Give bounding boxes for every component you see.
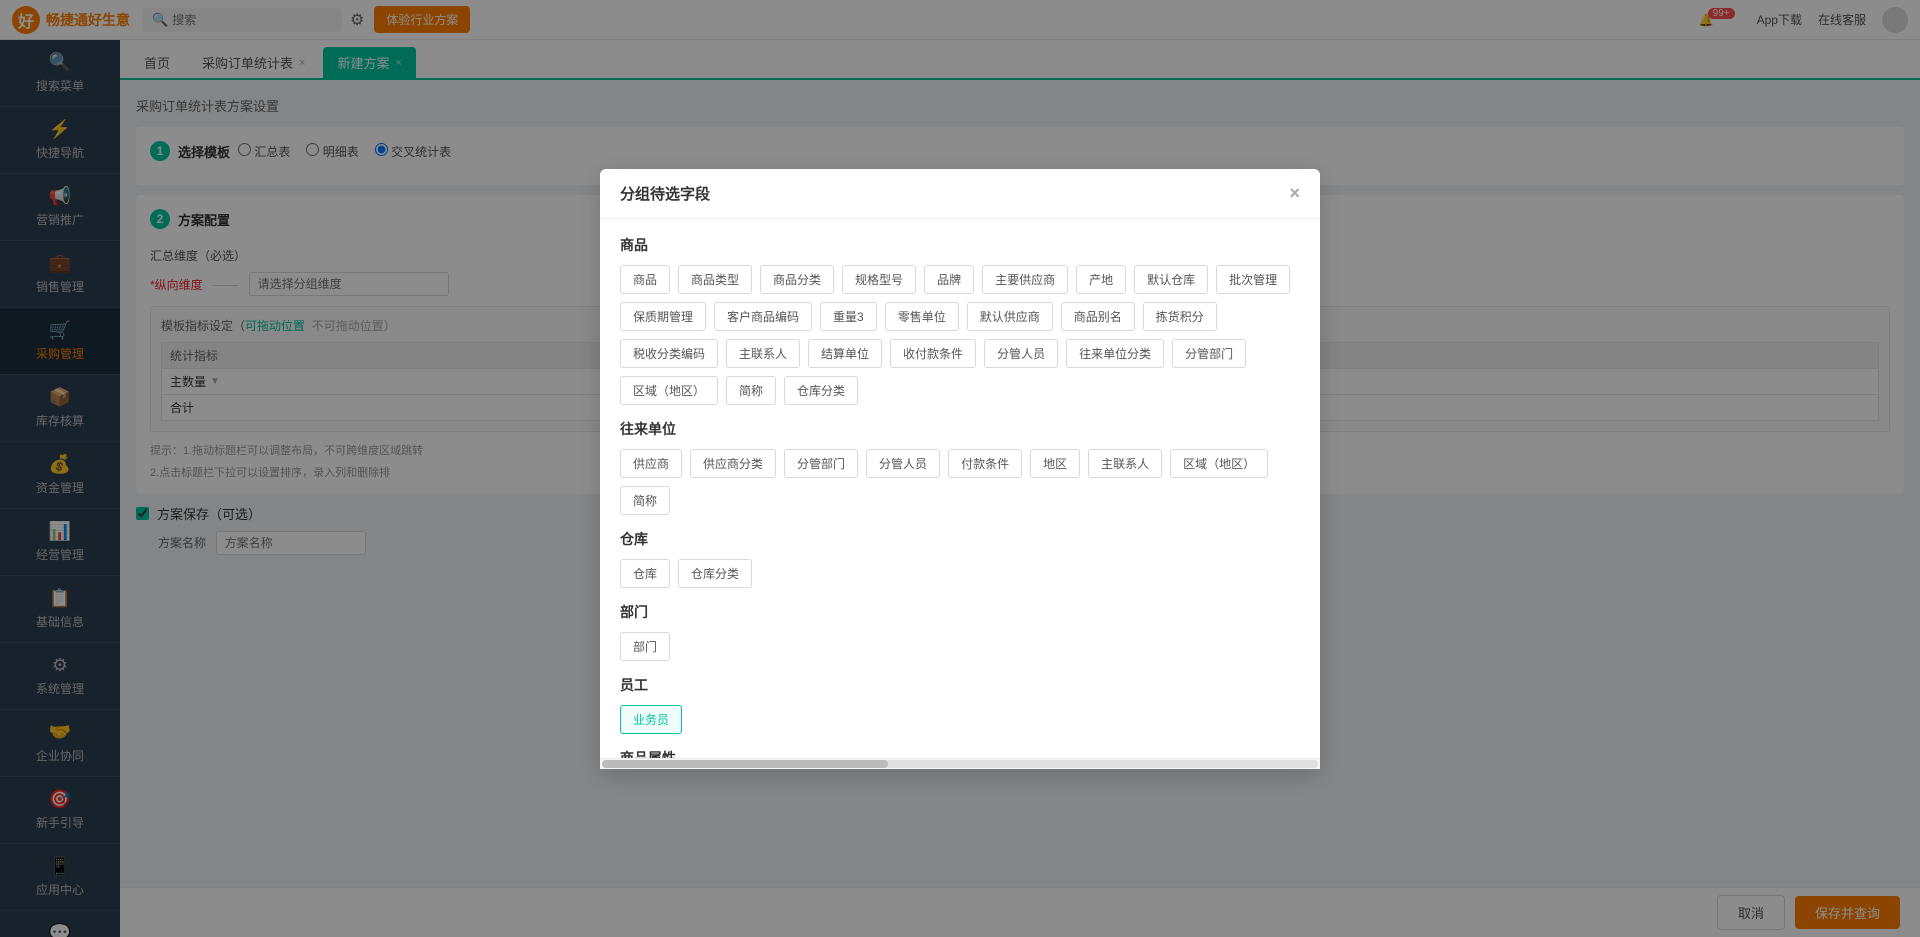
field-tag[interactable]: 供应商 <box>620 449 682 478</box>
field-tag[interactable]: 产地 <box>1076 265 1126 294</box>
field-tag[interactable]: 仓库 <box>620 559 670 588</box>
field-tag[interactable]: 地区 <box>1030 449 1080 478</box>
modal-header: 分组待选字段 × <box>600 169 1320 219</box>
field-tag[interactable]: 仓库分类 <box>784 376 858 405</box>
field-tag[interactable]: 保质期管理 <box>620 302 706 331</box>
field-tag[interactable]: 品牌 <box>924 265 974 294</box>
field-tag[interactable]: 税收分类编码 <box>620 339 718 368</box>
field-tags-partner: 供应商 供应商分类 分管部门 分管人员 付款条件 地区 主联系人 区域（地区） … <box>620 449 1300 515</box>
field-tag[interactable]: 分管部门 <box>1172 339 1246 368</box>
field-tag[interactable]: 简称 <box>620 486 670 515</box>
field-tag[interactable]: 规格型号 <box>842 265 916 294</box>
field-tag[interactable]: 分管人员 <box>866 449 940 478</box>
field-tag[interactable]: 分管部门 <box>784 449 858 478</box>
field-tag[interactable]: 供应商分类 <box>690 449 776 478</box>
field-tag[interactable]: 简称 <box>726 376 776 405</box>
field-tag[interactable]: 批次管理 <box>1216 265 1290 294</box>
field-tag[interactable]: 区域（地区） <box>1170 449 1268 478</box>
field-tags-warehouse: 仓库 仓库分类 <box>620 559 1300 588</box>
field-tag[interactable]: 零售单位 <box>885 302 959 331</box>
field-tag[interactable]: 主联系人 <box>1088 449 1162 478</box>
field-tag[interactable]: 商品分类 <box>760 265 834 294</box>
modal-hscrollbar[interactable] <box>600 758 1320 768</box>
field-tag[interactable]: 部门 <box>620 632 670 661</box>
field-tag[interactable]: 商品类型 <box>678 265 752 294</box>
field-tag[interactable]: 区域（地区） <box>620 376 718 405</box>
field-tags-dept: 部门 <box>620 632 1300 661</box>
field-tag[interactable]: 主要供应商 <box>982 265 1068 294</box>
group-title-product-attr: 商品属性 <box>620 748 1300 759</box>
hscroll-track <box>602 760 1318 768</box>
field-tag[interactable]: 重量3 <box>820 302 877 331</box>
field-tag[interactable]: 默认供应商 <box>967 302 1053 331</box>
modal-body[interactable]: 商品 商品 商品类型 商品分类 规格型号 品牌 主要供应商 产地 默认仓库 批次… <box>600 219 1320 759</box>
field-tag[interactable]: 商品别名 <box>1061 302 1135 331</box>
field-select-modal: 分组待选字段 × 商品 商品 商品类型 商品分类 规格型号 品牌 主要供应商 产… <box>600 169 1320 769</box>
field-tag[interactable]: 默认仓库 <box>1134 265 1208 294</box>
group-title-partner: 往来单位 <box>620 419 1300 439</box>
field-tag[interactable]: 往来单位分类 <box>1066 339 1164 368</box>
modal-title: 分组待选字段 <box>620 183 710 204</box>
group-title-warehouse: 仓库 <box>620 529 1300 549</box>
modal-close-button[interactable]: × <box>1289 183 1300 204</box>
field-tag[interactable]: 客户商品编码 <box>714 302 812 331</box>
group-title-product: 商品 <box>620 235 1300 255</box>
hscroll-thumb <box>602 760 888 768</box>
field-tag-selected[interactable]: 业务员 <box>620 705 682 734</box>
field-tag[interactable]: 分管人员 <box>984 339 1058 368</box>
field-tag[interactable]: 拣货积分 <box>1143 302 1217 331</box>
field-tag[interactable]: 仓库分类 <box>678 559 752 588</box>
modal-overlay: 分组待选字段 × 商品 商品 商品类型 商品分类 规格型号 品牌 主要供应商 产… <box>0 0 1920 937</box>
field-tag[interactable]: 主联系人 <box>726 339 800 368</box>
group-title-dept: 部门 <box>620 602 1300 622</box>
field-tag[interactable]: 结算单位 <box>808 339 882 368</box>
field-tag[interactable]: 付款条件 <box>948 449 1022 478</box>
field-tag[interactable]: 收付款条件 <box>890 339 976 368</box>
field-tags-product: 商品 商品类型 商品分类 规格型号 品牌 主要供应商 产地 默认仓库 批次管理 … <box>620 265 1300 405</box>
field-tag[interactable]: 商品 <box>620 265 670 294</box>
field-tags-staff: 业务员 <box>620 705 1300 734</box>
group-title-staff: 员工 <box>620 675 1300 695</box>
